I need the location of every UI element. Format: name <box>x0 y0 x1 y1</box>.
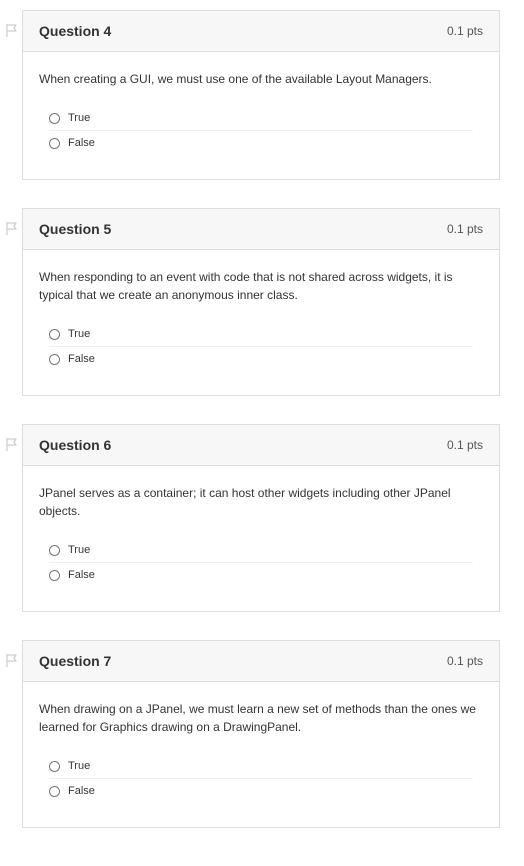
option-radio[interactable] <box>49 761 60 772</box>
flag-icon[interactable] <box>6 654 17 667</box>
flag-column <box>0 208 22 235</box>
question-title: Question 6 <box>39 437 111 453</box>
option-radio[interactable] <box>49 354 60 365</box>
option-row[interactable]: False <box>49 779 473 803</box>
option-row[interactable]: True <box>49 538 473 563</box>
question-text: JPanel serves as a container; it can hos… <box>39 484 483 520</box>
question-card: Question 5 0.1 pts When responding to an e… <box>22 208 500 396</box>
question-body: When drawing on a JPanel, we must learn … <box>23 682 499 827</box>
option-label: True <box>68 544 90 556</box>
flag-icon[interactable] <box>6 222 17 235</box>
question-points: 0.1 pts <box>447 24 483 38</box>
question-text: When creating a GUI, we must use one of … <box>39 70 483 88</box>
question-title: Question 5 <box>39 221 111 237</box>
question-wrapper: Question 7 0.1 pts When drawing on a JPane… <box>0 640 524 828</box>
flag-column <box>0 10 22 37</box>
flag-column <box>0 640 22 667</box>
question-wrapper: Question 4 0.1 pts When creating a GUI, we… <box>0 10 524 180</box>
question-header: Question 7 0.1 pts <box>23 641 499 682</box>
question-card: Question 7 0.1 pts When drawing on a JPane… <box>22 640 500 828</box>
option-row[interactable]: True <box>49 754 473 779</box>
option-label: False <box>68 785 95 797</box>
question-card: Question 6 0.1 pts JPanel serves as a cont… <box>22 424 500 612</box>
question-text: When responding to an event with code th… <box>39 268 483 304</box>
option-row[interactable]: True <box>49 106 473 131</box>
flag-icon[interactable] <box>6 24 17 37</box>
question-wrapper: Question 5 0.1 pts When responding to an e… <box>0 208 524 396</box>
option-label: True <box>68 328 90 340</box>
option-radio[interactable] <box>49 570 60 581</box>
option-radio[interactable] <box>49 329 60 340</box>
question-points: 0.1 pts <box>447 438 483 452</box>
option-label: False <box>68 569 95 581</box>
question-header: Question 4 0.1 pts <box>23 11 499 52</box>
question-title: Question 7 <box>39 653 111 669</box>
option-radio[interactable] <box>49 138 60 149</box>
question-card: Question 4 0.1 pts When creating a GUI, we… <box>22 10 500 180</box>
option-row[interactable]: False <box>49 563 473 587</box>
question-header: Question 5 0.1 pts <box>23 209 499 250</box>
question-title: Question 4 <box>39 23 111 39</box>
option-radio[interactable] <box>49 786 60 797</box>
option-radio[interactable] <box>49 545 60 556</box>
question-points: 0.1 pts <box>447 654 483 668</box>
question-header: Question 6 0.1 pts <box>23 425 499 466</box>
option-label: True <box>68 760 90 772</box>
option-label: True <box>68 112 90 124</box>
flag-icon[interactable] <box>6 438 17 451</box>
option-row[interactable]: True <box>49 322 473 347</box>
option-label: False <box>68 137 95 149</box>
option-radio[interactable] <box>49 113 60 124</box>
question-wrapper: Question 6 0.1 pts JPanel serves as a cont… <box>0 424 524 612</box>
option-row[interactable]: False <box>49 347 473 371</box>
question-body: JPanel serves as a container; it can hos… <box>23 466 499 611</box>
flag-column <box>0 424 22 451</box>
question-body: When responding to an event with code th… <box>23 250 499 395</box>
question-body: When creating a GUI, we must use one of … <box>23 52 499 179</box>
question-text: When drawing on a JPanel, we must learn … <box>39 700 483 736</box>
option-label: False <box>68 353 95 365</box>
question-points: 0.1 pts <box>447 222 483 236</box>
option-row[interactable]: False <box>49 131 473 155</box>
